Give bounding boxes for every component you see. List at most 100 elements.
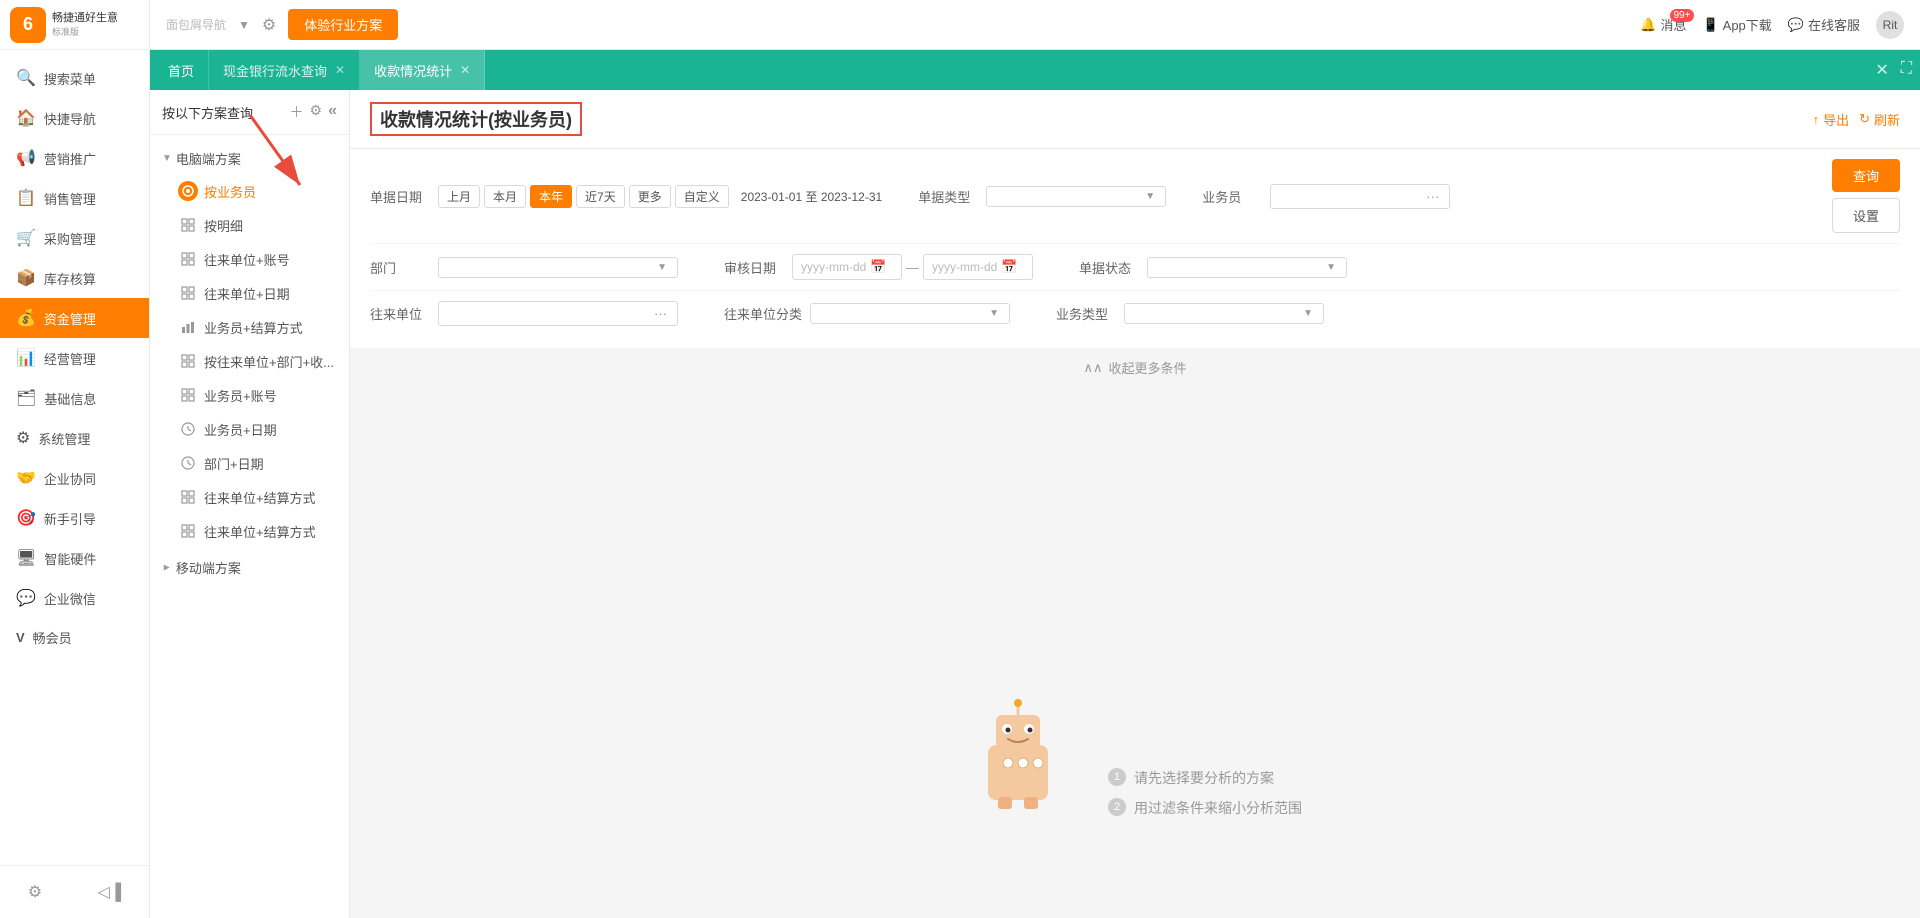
sidebar-item-wechat[interactable]: 💬 企业微信	[0, 578, 149, 618]
date-btn-more[interactable]: 更多	[629, 185, 671, 208]
date-btn-7days[interactable]: 近7天	[576, 185, 625, 208]
sidebar-item-guide[interactable]: 🎯 新手引导	[0, 498, 149, 538]
expand-arrow-mobile-icon: ▼	[161, 563, 172, 573]
calendar-icon-2: 📅	[1001, 259, 1017, 275]
sidebar-item-hardware[interactable]: 🖥 智能硬件	[0, 538, 149, 578]
sidebar-item-collab[interactable]: 🤝 企业协同	[0, 458, 149, 498]
notice-badge: 99+	[1670, 9, 1695, 22]
user-avatar[interactable]: Rit	[1876, 11, 1904, 39]
date-btn-this-month[interactable]: 本月	[484, 185, 526, 208]
notice-btn[interactable]: 🔔 消息 99+	[1640, 15, 1686, 34]
step-1-num: 1	[1108, 768, 1126, 786]
scheme-group-mobile-header[interactable]: ▼ 移动端方案	[150, 552, 349, 583]
date-btn-this-year[interactable]: 本年	[530, 185, 572, 208]
app-download-btn[interactable]: 📱 App下载	[1702, 15, 1771, 34]
tab-close-bank[interactable]: ✕	[335, 63, 345, 77]
filter-settings-button[interactable]: 设置	[1832, 198, 1900, 233]
empty-hints: 1 请先选择要分析的方案 2 用过滤条件来缩小分析范围	[1108, 768, 1302, 818]
settings-icon[interactable]: ⚙	[262, 15, 276, 35]
partner-more-icon[interactable]: ···	[654, 306, 667, 321]
filter-docstatus-col: 单据状态 ▼	[1079, 257, 1347, 278]
salesperson-select[interactable]: ···	[1270, 184, 1450, 209]
export-button[interactable]: ↑ 导出	[1813, 110, 1850, 129]
scheme-item-salesperson-date[interactable]: 业务员+日期	[150, 412, 349, 446]
scheme-item-salesperson-payment[interactable]: 业务员+结算方式	[150, 310, 349, 344]
scheme-item-partner-date[interactable]: 往来单位+日期	[150, 276, 349, 310]
filter-date-col: 单据日期 上月 本月 本年 近7天 更多 自定义 2023-01-01 至 20…	[370, 185, 882, 208]
inventory-icon: 📦	[16, 268, 36, 288]
online-service-btn[interactable]: 💬 在线客服	[1788, 15, 1860, 34]
query-button[interactable]: 查询	[1832, 159, 1900, 192]
scheme-list-pc: 按业务员 按明细 往来单位+账号	[150, 174, 349, 548]
sidebar-item-basic[interactable]: 🗂 基础信息	[0, 378, 149, 418]
date-placeholder-end: yyyy-mm-dd	[932, 260, 997, 274]
scheme-item-partner-payment-1[interactable]: 往来单位+结算方式	[150, 480, 349, 514]
scheme-title: 按以下方案查询	[162, 103, 253, 122]
partner-category-label: 往来单位分类	[724, 304, 802, 323]
review-date-start[interactable]: yyyy-mm-dd 📅	[792, 254, 902, 280]
scheme-settings-btn[interactable]: ⚙	[310, 102, 323, 122]
collapse-more-bar[interactable]: ∧∧ 收起更多条件	[350, 348, 1920, 387]
date-label: 单据日期	[370, 187, 430, 206]
sidebar-item-marketing[interactable]: 📢 营销推广	[0, 138, 149, 178]
footer-collapse-btn[interactable]: ◁▐	[92, 876, 128, 908]
scheme-group-mobile: ▼ 移动端方案	[150, 552, 349, 583]
scheme-collapse-btn[interactable]: «	[328, 102, 337, 122]
filter-row-1: 单据日期 上月 本月 本年 近7天 更多 自定义 2023-01-01 至 20…	[370, 149, 1900, 244]
tab-fullscreen-btn[interactable]: ⛶	[1901, 60, 1912, 80]
tab-bank-flow[interactable]: 现金银行流水查询 ✕	[209, 50, 360, 90]
sidebar-item-management[interactable]: 📊 经营管理	[0, 338, 149, 378]
purchase-icon: 🛒	[16, 228, 36, 248]
tab-collection-stat[interactable]: 收款情况统计 ✕	[360, 50, 485, 90]
calendar-icon-1: 📅	[870, 259, 886, 275]
docstatus-arrow-icon: ▼	[1326, 262, 1336, 273]
scheme-item-salesperson[interactable]: 按业务员	[150, 174, 349, 208]
sidebar-item-nav[interactable]: 🏠 快捷导航	[0, 98, 149, 138]
date-btn-last-month[interactable]: 上月	[438, 185, 480, 208]
scheme-header: 按以下方案查询 ＋ ⚙ «	[150, 90, 349, 135]
trial-button[interactable]: 体验行业方案	[288, 9, 398, 40]
docstatus-select[interactable]: ▼	[1147, 257, 1347, 278]
footer-settings-btn[interactable]: ⚙	[22, 876, 48, 908]
sidebar-footer: ⚙ ◁▐	[0, 865, 149, 918]
partner-select[interactable]: ···	[438, 301, 678, 326]
partner-category-select[interactable]: ▼	[810, 303, 1010, 324]
biztype-select[interactable]: ▼	[1124, 303, 1324, 324]
sidebar-item-member[interactable]: V 畅会员	[0, 618, 149, 657]
scheme-group-pc-header[interactable]: ▼ 电脑端方案	[150, 143, 349, 174]
dept-select[interactable]: ▼	[438, 257, 678, 278]
sidebar-item-system[interactable]: ⚙ 系统管理	[0, 418, 149, 458]
scheme-item-partner-dept[interactable]: 按往来单位+部门+收...	[150, 344, 349, 378]
review-date-end[interactable]: yyyy-mm-dd 📅	[923, 254, 1033, 280]
salesperson-more-icon[interactable]: ···	[1426, 189, 1439, 204]
main-content-body: 1 请先选择要分析的方案 2 用过滤条件来缩小分析范围	[350, 387, 1920, 918]
guide-icon: 🎯	[16, 508, 36, 528]
date-btn-custom[interactable]: 自定义	[675, 185, 729, 208]
member-icon: V	[16, 630, 25, 645]
empty-state: 1 请先选择要分析的方案 2 用过滤条件来缩小分析范围	[968, 695, 1302, 818]
filter-partner-category-col: 往来单位分类 ▼	[724, 303, 1010, 324]
scheme-body: ▼ 电脑端方案 按业务员	[150, 135, 349, 918]
scheme-item-salesperson-account[interactable]: 业务员+账号	[150, 378, 349, 412]
scheme-add-btn[interactable]: ＋	[290, 102, 304, 122]
dropdown-arrow[interactable]: ▼	[238, 18, 250, 32]
scheme-item-detail[interactable]: 按明细	[150, 208, 349, 242]
review-date-input: yyyy-mm-dd 📅 — yyyy-mm-dd 📅	[792, 254, 1033, 280]
refresh-button[interactable]: ↻ 刷新	[1859, 110, 1900, 129]
sales-icon: 📋	[16, 188, 36, 208]
scheme-item-dept-date[interactable]: 部门+日期	[150, 446, 349, 480]
tab-close-collection[interactable]: ✕	[460, 63, 470, 77]
sidebar-item-finance[interactable]: 💰 资金管理	[0, 298, 149, 338]
scheme-item-partner-payment-2[interactable]: 往来单位+结算方式	[150, 514, 349, 548]
sidebar-item-search[interactable]: 🔍 搜索菜单	[0, 58, 149, 98]
sidebar-item-inventory[interactable]: 📦 库存核算	[0, 258, 149, 298]
date-separator: —	[906, 260, 919, 275]
tab-home[interactable]: 首页	[154, 50, 209, 90]
doctype-label: 单据类型	[918, 187, 978, 206]
scheme-item-partner-account[interactable]: 往来单位+账号	[150, 242, 349, 276]
tab-close-all-btn[interactable]: ✕	[1875, 60, 1888, 80]
home-icon: 🏠	[16, 108, 36, 128]
sidebar-item-purchase[interactable]: 🛒 采购管理	[0, 218, 149, 258]
doctype-select[interactable]: ▼	[986, 186, 1166, 207]
sidebar-item-sales[interactable]: 📋 销售管理	[0, 178, 149, 218]
